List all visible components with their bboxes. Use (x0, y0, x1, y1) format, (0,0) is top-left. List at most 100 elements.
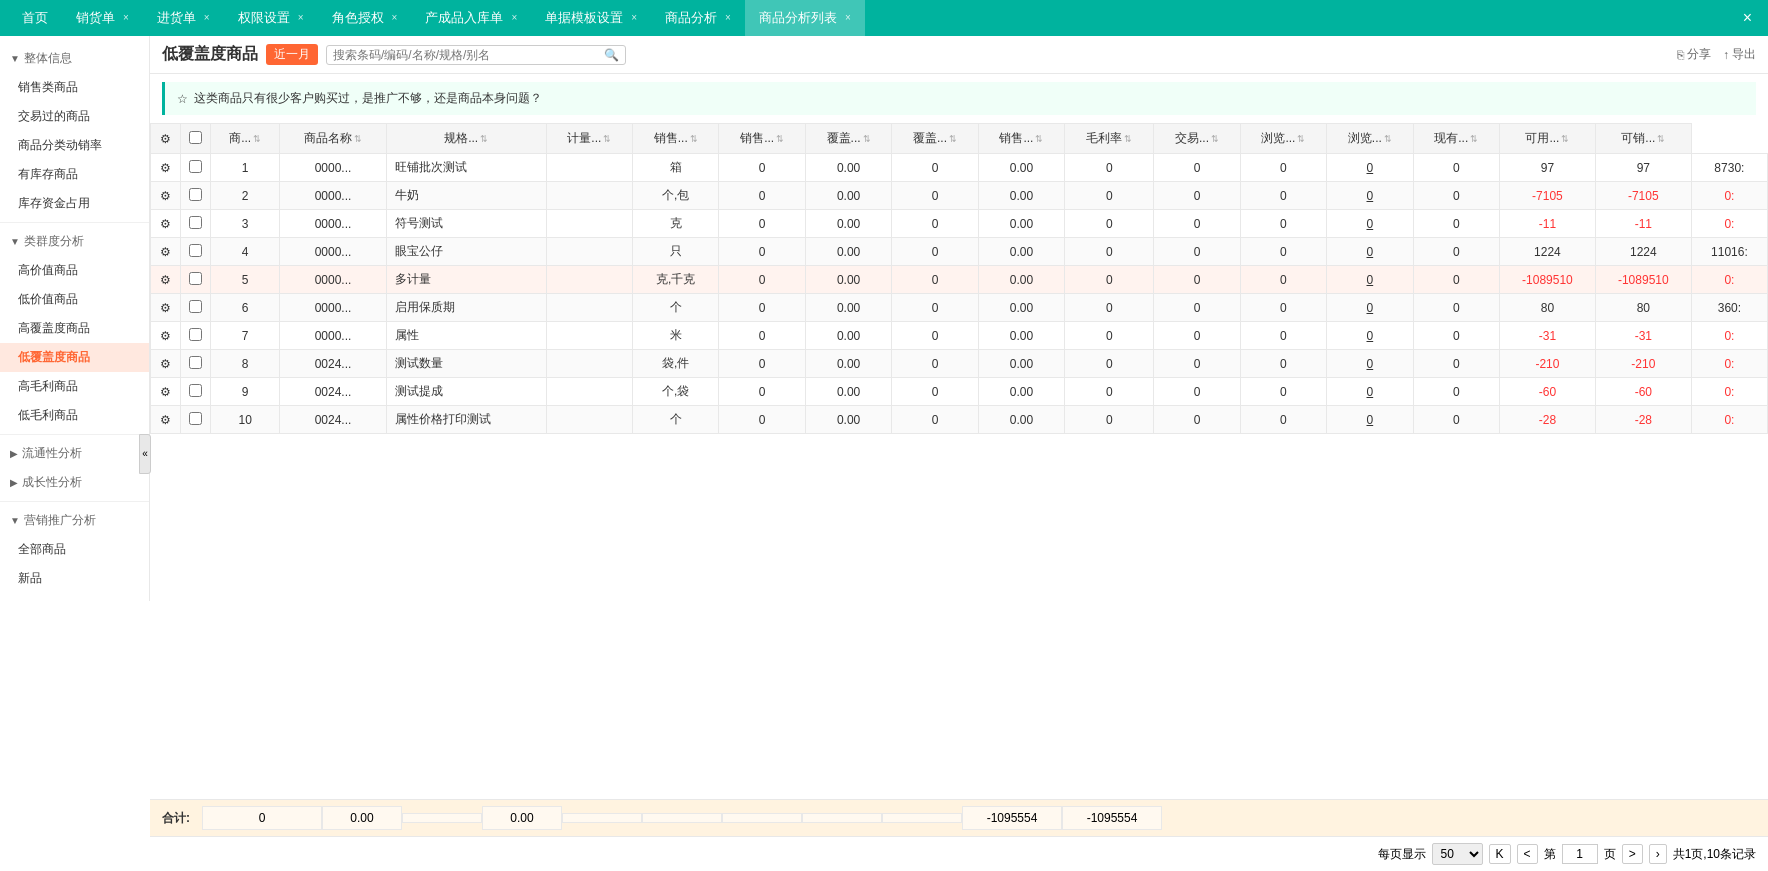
search-input[interactable] (333, 48, 600, 62)
row-browse1-8[interactable]: 0 (1327, 378, 1413, 406)
sidebar-section-overall[interactable]: ▼ 整体信息 (0, 44, 149, 73)
sidebar-item-high-value[interactable]: 高价值商品 (0, 256, 149, 285)
row-browse1-6[interactable]: 0 (1327, 322, 1413, 350)
sidebar-item-sales-goods[interactable]: 销售类商品 (0, 73, 149, 102)
row-sales3-3: 0 (1065, 238, 1154, 266)
export-button[interactable]: ↑ 导出 (1723, 46, 1756, 63)
row-browse1-7[interactable]: 0 (1327, 350, 1413, 378)
row-browse1-9[interactable]: 0 (1327, 406, 1413, 434)
col-checkbox[interactable] (181, 124, 211, 154)
row-checkbox-8[interactable] (181, 378, 211, 406)
col-spec[interactable]: 规格...⇅ (386, 124, 546, 154)
sidebar-item-traded-goods[interactable]: 交易过的商品 (0, 102, 149, 131)
nav-template[interactable]: 单据模板设置 × (531, 0, 651, 36)
col-sales3[interactable]: 销售...⇅ (978, 124, 1064, 154)
nav-permission[interactable]: 权限设置 × (224, 0, 318, 36)
col-code[interactable]: 商...⇅ (211, 124, 280, 154)
last-page-button[interactable]: › (1649, 844, 1667, 864)
sidebar-section-cluster[interactable]: ▼ 类群度分析 (0, 227, 149, 256)
row-checkbox-6[interactable] (181, 322, 211, 350)
nav-role[interactable]: 角色授权 × (318, 0, 412, 36)
col-name[interactable]: 商品名称⇅ (280, 124, 386, 154)
col-cover2[interactable]: 覆盖...⇅ (892, 124, 978, 154)
sidebar-item-in-stock[interactable]: 有库存商品 (0, 160, 149, 189)
row-name-0: 旺铺批次测试 (386, 154, 546, 182)
sidebar-section-marketing[interactable]: ▼ 营销推广分析 (0, 506, 149, 535)
col-unit[interactable]: 计量...⇅ (546, 124, 632, 154)
row-browse1-0[interactable]: 0 (1327, 154, 1413, 182)
first-page-button[interactable]: K (1489, 844, 1511, 864)
sidebar-item-new-goods[interactable]: 新品 (0, 564, 149, 593)
col-cover1[interactable]: 覆盖...⇅ (805, 124, 891, 154)
row-stock3-9: 0: (1691, 406, 1767, 434)
row-checkbox-7[interactable] (181, 350, 211, 378)
col-sales2[interactable]: 销售...⇅ (719, 124, 805, 154)
row-checkbox-5[interactable] (181, 294, 211, 322)
nav-purchase[interactable]: 进货单 × (143, 0, 224, 36)
row-checkbox-0[interactable] (181, 154, 211, 182)
nav-finished-close[interactable]: × (511, 0, 517, 36)
row-sales3-4: 0 (1065, 266, 1154, 294)
row-spec-7 (546, 350, 632, 378)
nav-role-close[interactable]: × (392, 0, 398, 36)
col-browse2[interactable]: 浏览...⇅ (1327, 124, 1413, 154)
sidebar-item-low-value[interactable]: 低价值商品 (0, 285, 149, 314)
sidebar-item-high-coverage[interactable]: 高覆盖度商品 (0, 314, 149, 343)
nav-sales[interactable]: 销货单 × (62, 0, 143, 36)
row-checkbox-1[interactable] (181, 182, 211, 210)
col-sales1[interactable]: 销售...⇅ (633, 124, 719, 154)
nav-permission-close[interactable]: × (298, 0, 304, 36)
row-checkbox-4[interactable] (181, 266, 211, 294)
sidebar-item-capital[interactable]: 库存资金占用 (0, 189, 149, 218)
col-gross[interactable]: 毛利率⇅ (1065, 124, 1154, 154)
row-browse1-1[interactable]: 0 (1327, 182, 1413, 210)
page-size-select[interactable]: 50 100 200 (1432, 843, 1483, 865)
sidebar-item-high-margin[interactable]: 高毛利商品 (0, 372, 149, 401)
sidebar-item-low-margin[interactable]: 低毛利商品 (0, 401, 149, 430)
row-browse2-1: 0 (1413, 182, 1499, 210)
next-page-button[interactable]: > (1622, 844, 1643, 864)
nav-product-analysis-list-close[interactable]: × (845, 0, 851, 36)
nav-sales-close[interactable]: × (123, 0, 129, 36)
row-browse1-3[interactable]: 0 (1327, 238, 1413, 266)
select-all-checkbox[interactable] (189, 131, 202, 144)
row-browse1-5[interactable]: 0 (1327, 294, 1413, 322)
row-checkbox-9[interactable] (181, 406, 211, 434)
nav-product-analysis-close[interactable]: × (725, 0, 731, 36)
row-checkbox-2[interactable] (181, 210, 211, 238)
window-close-button[interactable]: × (1735, 9, 1760, 27)
nav-product-analysis-list[interactable]: 商品分析列表 × (745, 0, 865, 36)
row-no-5: 6 (211, 294, 280, 322)
nav-home[interactable]: 首页 (8, 0, 62, 36)
date-filter-button[interactable]: 近一月 (266, 44, 318, 65)
page-number-input[interactable] (1562, 844, 1598, 864)
col-browse1[interactable]: 浏览...⇅ (1240, 124, 1326, 154)
row-browse1-4[interactable]: 0 (1327, 266, 1413, 294)
table-footer: 合计: 0 0.00 0.00 -1095554 -1095554 (150, 799, 1768, 836)
nav-template-close[interactable]: × (631, 0, 637, 36)
prev-page-button[interactable]: < (1517, 844, 1538, 864)
share-button[interactable]: ⎘ 分享 (1677, 46, 1711, 63)
col-trade[interactable]: 交易...⇅ (1154, 124, 1240, 154)
col-stock3[interactable]: 可销...⇅ (1595, 124, 1691, 154)
footer-cell-stock2: -1095554 (1062, 806, 1162, 830)
sidebar-collapse-button[interactable]: « (139, 434, 151, 474)
row-gross-4: 0 (1154, 266, 1240, 294)
row-checkbox-3[interactable] (181, 238, 211, 266)
sidebar-item-category-rate[interactable]: 商品分类动销率 (0, 131, 149, 160)
row-sales2-5: 0.00 (805, 294, 891, 322)
nav-product-analysis[interactable]: 商品分析 × (651, 0, 745, 36)
row-browse1-2[interactable]: 0 (1327, 210, 1413, 238)
sidebar-item-low-coverage[interactable]: 低覆盖度商品 (0, 343, 149, 372)
col-gear[interactable]: ⚙ (151, 124, 181, 154)
nav-purchase-close[interactable]: × (204, 0, 210, 36)
sidebar-section-flow[interactable]: ▶ 流通性分析 (0, 439, 149, 468)
sidebar-item-all-goods[interactable]: 全部商品 (0, 535, 149, 564)
nav-finished-goods[interactable]: 产成品入库单 × (411, 0, 531, 36)
sidebar-section-growth[interactable]: ▶ 成长性分析 (0, 468, 149, 497)
footer-cell-empty1 (562, 813, 642, 823)
col-stock2[interactable]: 可用...⇅ (1499, 124, 1595, 154)
row-stock1-0: 97 (1499, 154, 1595, 182)
row-sales1-4: 0 (719, 266, 805, 294)
col-stock1[interactable]: 现有...⇅ (1413, 124, 1499, 154)
